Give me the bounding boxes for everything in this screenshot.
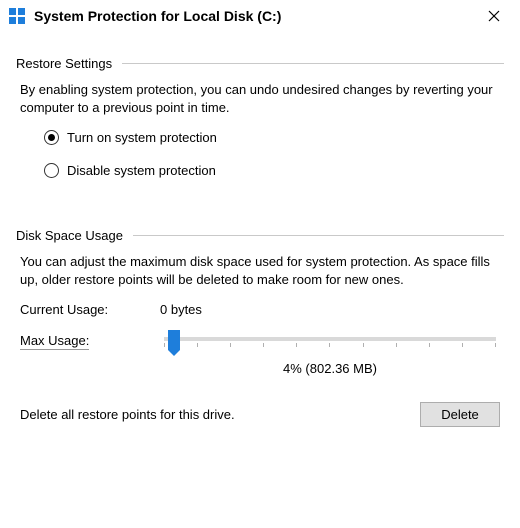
radio-turn-on[interactable]: Turn on system protection — [44, 130, 504, 145]
app-icon — [8, 7, 26, 25]
divider — [133, 235, 504, 236]
current-usage-label: Current Usage: — [20, 302, 160, 317]
dialog-content: Restore Settings By enabling system prot… — [0, 32, 520, 427]
divider — [122, 63, 504, 64]
radio-disable[interactable]: Disable system protection — [44, 163, 504, 178]
close-button[interactable] — [474, 2, 514, 30]
restore-section-header: Restore Settings — [16, 56, 504, 71]
radio-indicator — [44, 130, 59, 145]
max-usage-slider[interactable]: 4% (802.36 MB) — [160, 331, 500, 376]
disk-description: You can adjust the maximum disk space us… — [20, 253, 500, 288]
current-usage-value: 0 bytes — [160, 302, 202, 317]
radio-disable-label: Disable system protection — [67, 163, 216, 178]
slider-ticks — [164, 343, 496, 351]
restore-description: By enabling system protection, you can u… — [20, 81, 500, 116]
window-title: System Protection for Local Disk (C:) — [34, 8, 474, 24]
slider-track — [164, 337, 496, 341]
current-usage-row: Current Usage: 0 bytes — [20, 302, 500, 317]
delete-description: Delete all restore points for this drive… — [20, 407, 420, 422]
max-usage-row: Max Usage: 4% (802.36 MB) — [20, 331, 500, 376]
radio-indicator — [44, 163, 59, 178]
restore-section-label: Restore Settings — [16, 56, 122, 71]
radio-turn-on-label: Turn on system protection — [67, 130, 217, 145]
max-usage-label: Max Usage: — [20, 331, 160, 350]
slider-value: 4% (802.36 MB) — [160, 361, 500, 376]
delete-button[interactable]: Delete — [420, 402, 500, 427]
delete-row: Delete all restore points for this drive… — [20, 402, 500, 427]
restore-radio-group: Turn on system protection Disable system… — [44, 130, 504, 178]
disk-section-header: Disk Space Usage — [16, 228, 504, 243]
disk-section-label: Disk Space Usage — [16, 228, 133, 243]
title-bar: System Protection for Local Disk (C:) — [0, 0, 520, 32]
close-icon — [488, 10, 500, 22]
radio-selected-dot — [48, 134, 55, 141]
